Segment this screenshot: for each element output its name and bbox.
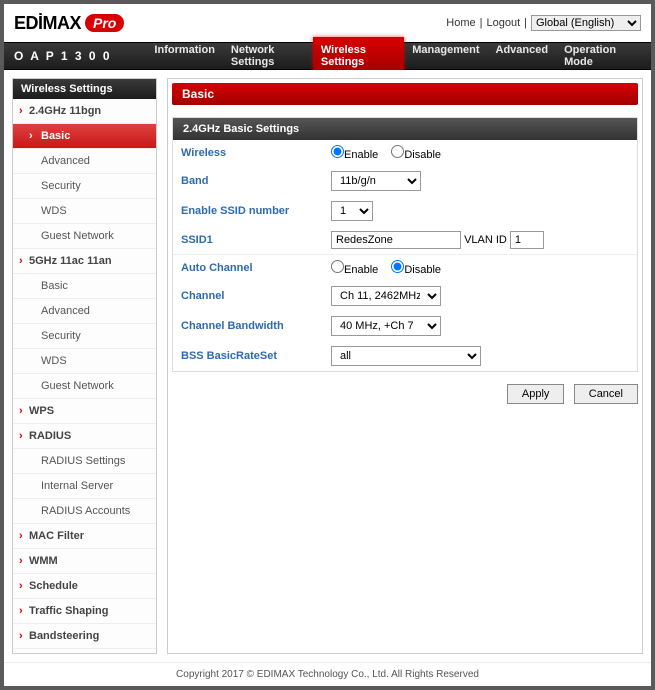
ssid1-input[interactable] <box>331 231 461 249</box>
label-band: Band <box>173 166 323 196</box>
panel-title: 2.4GHz Basic Settings <box>173 118 637 140</box>
autochannel-enable-radio[interactable] <box>331 260 344 273</box>
footer: Copyright 2017 © EDIMAX Technology Co., … <box>4 662 651 686</box>
sidebar-item-24-advanced[interactable]: Advanced <box>13 149 156 174</box>
top-links: Home | Logout | Global (English) <box>446 15 641 31</box>
sidebar-group-macfilter[interactable]: MAC Filter <box>13 524 156 549</box>
wireless-enable-radio[interactable] <box>331 145 344 158</box>
wireless-disable-label: Disable <box>404 149 441 161</box>
label-autochannel: Auto Channel <box>173 255 323 282</box>
sidebar: Wireless Settings 2.4GHz 11bgn Basic Adv… <box>12 78 157 654</box>
wireless-disable-radio[interactable] <box>391 145 404 158</box>
sidebar-group-24ghz[interactable]: 2.4GHz 11bgn <box>13 99 156 124</box>
band-select[interactable]: 11b/g/n <box>331 171 421 191</box>
sidebar-item-5-guest[interactable]: Guest Network <box>13 374 156 399</box>
cancel-button[interactable]: Cancel <box>574 384 638 404</box>
sidebar-item-24-guest[interactable]: Guest Network <box>13 224 156 249</box>
main-nav: O A P 1 3 0 0 Information Network Settin… <box>4 42 651 70</box>
sidebar-item-5-basic[interactable]: Basic <box>13 274 156 299</box>
vlanid-input[interactable] <box>510 231 544 249</box>
label-wireless: Wireless <box>173 140 323 166</box>
label-enable-ssid-number: Enable SSID number <box>173 196 323 226</box>
apply-button[interactable]: Apply <box>507 384 565 404</box>
sidebar-group-radius[interactable]: RADIUS <box>13 424 156 449</box>
logout-link[interactable]: Logout <box>486 17 520 29</box>
ssid-number-select[interactable]: 1 <box>331 201 373 221</box>
sidebar-item-5-advanced[interactable]: Advanced <box>13 299 156 324</box>
sidebar-group-wps[interactable]: WPS <box>13 399 156 424</box>
model-name: O A P 1 3 0 0 <box>14 49 146 63</box>
sidebar-item-24-basic[interactable]: Basic <box>13 124 156 149</box>
sidebar-group-wmm[interactable]: WMM <box>13 549 156 574</box>
autochannel-disable-label: Disable <box>404 264 441 276</box>
sidebar-group-5ghz[interactable]: 5GHz 11ac 11an <box>13 249 156 274</box>
sidebar-group-schedule[interactable]: Schedule <box>13 574 156 599</box>
content-area: Basic 2.4GHz Basic Settings Wireless Ena… <box>167 78 643 654</box>
label-bss-basicrateset: BSS BasicRateSet <box>173 341 323 371</box>
sidebar-item-5-wds[interactable]: WDS <box>13 349 156 374</box>
sidebar-item-radius-accounts[interactable]: RADIUS Accounts <box>13 499 156 524</box>
sidebar-title: Wireless Settings <box>13 79 156 99</box>
autochannel-enable-label: Enable <box>344 264 378 276</box>
sidebar-item-5-security[interactable]: Security <box>13 324 156 349</box>
sidebar-item-24-security[interactable]: Security <box>13 174 156 199</box>
label-channel: Channel <box>173 281 323 311</box>
page-title: Basic <box>172 83 638 105</box>
language-select[interactable]: Global (English) <box>531 15 641 31</box>
autochannel-disable-radio[interactable] <box>391 260 404 273</box>
label-vlanid: VLAN ID <box>464 234 507 246</box>
label-ssid1: SSID1 <box>173 226 323 255</box>
sidebar-group-traffic[interactable]: Traffic Shaping <box>13 599 156 624</box>
wireless-enable-label: Enable <box>344 149 378 161</box>
bss-basicrateset-select[interactable]: all <box>331 346 481 366</box>
sidebar-item-radius-internal[interactable]: Internal Server <box>13 474 156 499</box>
channel-select[interactable]: Ch 11, 2462MHz <box>331 286 441 306</box>
logo: EDİMAXPro <box>14 13 124 34</box>
sidebar-group-bandsteering[interactable]: Bandsteering <box>13 624 156 649</box>
home-link[interactable]: Home <box>446 17 475 29</box>
sidebar-item-24-wds[interactable]: WDS <box>13 199 156 224</box>
label-channel-bandwidth: Channel Bandwidth <box>173 311 323 341</box>
channel-bandwidth-select[interactable]: 40 MHz, +Ch 7 <box>331 316 441 336</box>
sidebar-item-radius-settings[interactable]: RADIUS Settings <box>13 449 156 474</box>
